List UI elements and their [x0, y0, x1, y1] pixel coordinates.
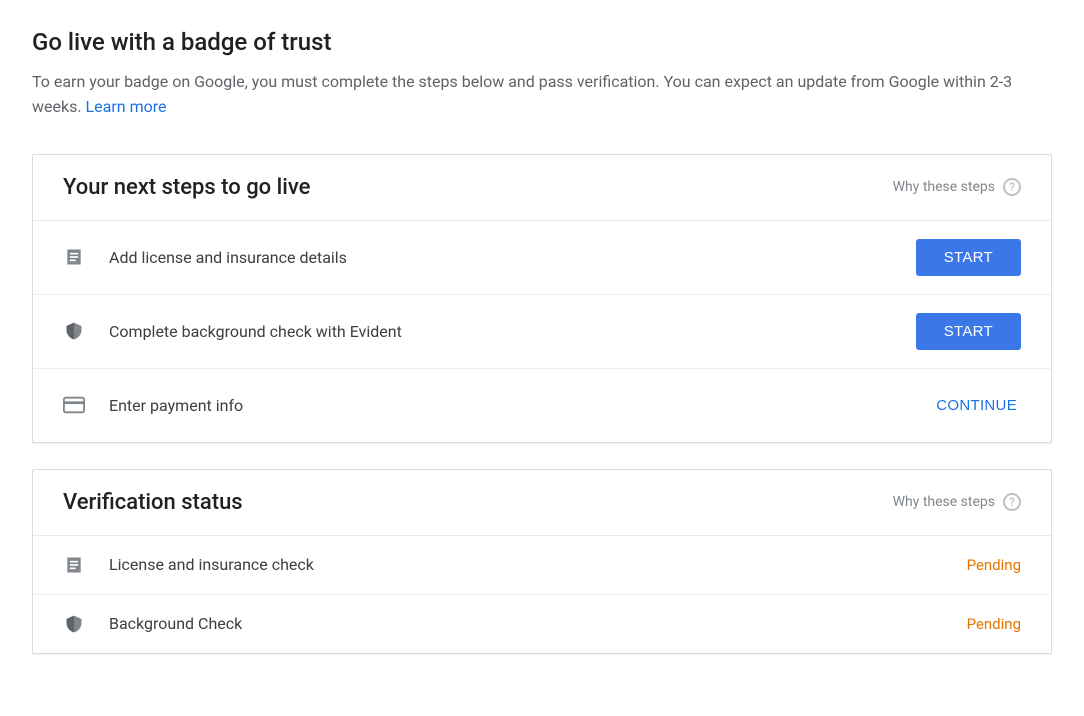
verification-header: Verification status Why these steps ?: [33, 470, 1051, 536]
why-these-steps-label: Why these steps: [893, 494, 995, 510]
start-background-button[interactable]: START: [916, 313, 1021, 350]
document-icon: [63, 554, 85, 576]
verification-title: Verification status: [63, 490, 243, 515]
step-row-payment: Enter payment info CONTINUE: [33, 369, 1051, 442]
step-label: Add license and insurance details: [109, 248, 916, 267]
step-row-background: Complete background check with Evident S…: [33, 295, 1051, 369]
why-these-steps-link[interactable]: Why these steps ?: [893, 178, 1021, 196]
step-row-license: Add license and insurance details START: [33, 221, 1051, 295]
why-these-steps-label: Why these steps: [893, 179, 995, 195]
verification-label: Background Check: [109, 614, 967, 633]
status-badge: Pending: [967, 556, 1021, 574]
verification-label: License and insurance check: [109, 555, 967, 574]
page-description-text: To earn your badge on Google, you must c…: [32, 72, 1012, 116]
step-label: Enter payment info: [109, 396, 932, 415]
document-icon: [63, 246, 85, 268]
card-icon: [63, 394, 85, 416]
start-license-button[interactable]: START: [916, 239, 1021, 276]
page-description: To earn your badge on Google, you must c…: [32, 70, 1052, 120]
help-icon: ?: [1003, 493, 1021, 511]
verification-row-background: Background Check Pending: [33, 595, 1051, 653]
page-title: Go live with a badge of trust: [32, 28, 1052, 56]
next-steps-title: Your next steps to go live: [63, 175, 310, 200]
verification-card: Verification status Why these steps ? Li…: [32, 469, 1052, 654]
step-label: Complete background check with Evident: [109, 322, 916, 341]
help-icon: ?: [1003, 178, 1021, 196]
next-steps-card: Your next steps to go live Why these ste…: [32, 154, 1052, 443]
why-these-steps-link[interactable]: Why these steps ?: [893, 493, 1021, 511]
shield-icon: [63, 613, 85, 635]
verification-row-license: License and insurance check Pending: [33, 536, 1051, 595]
status-badge: Pending: [967, 615, 1021, 633]
shield-icon: [63, 320, 85, 342]
next-steps-header: Your next steps to go live Why these ste…: [33, 155, 1051, 221]
continue-payment-button[interactable]: CONTINUE: [932, 387, 1021, 424]
learn-more-link[interactable]: Learn more: [86, 97, 167, 116]
